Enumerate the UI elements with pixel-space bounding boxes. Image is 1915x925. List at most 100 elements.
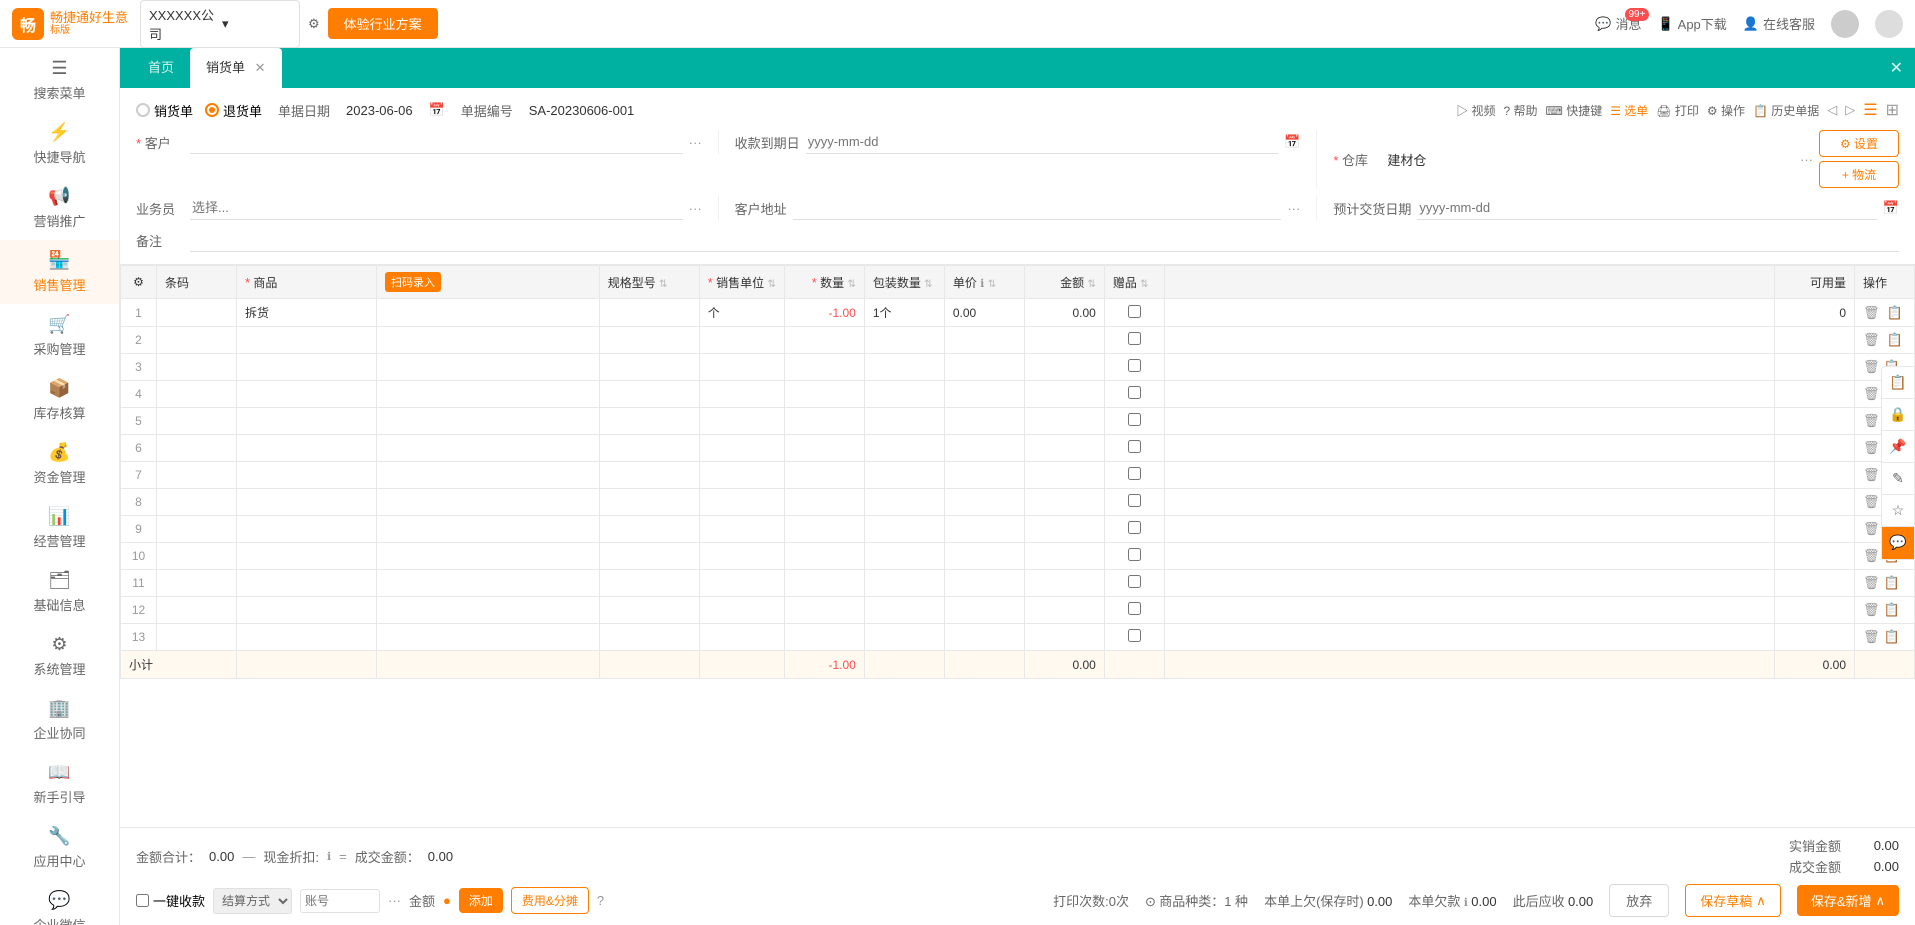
- settlement-select[interactable]: 结算方式: [213, 888, 292, 914]
- save-new-button[interactable]: 保存&新增 ∧: [1797, 885, 1899, 916]
- company-selector[interactable]: XXXXXX公司 ▾: [140, 0, 300, 48]
- app-download-button[interactable]: 📱 App下载: [1657, 14, 1726, 33]
- sidebar-item-enterprise[interactable]: 🏢 企业协同: [0, 688, 119, 752]
- sidebar-item-sales[interactable]: 🏪 销售管理: [0, 240, 119, 304]
- logistics-button[interactable]: + 物流: [1819, 161, 1899, 188]
- expected-date-input[interactable]: [1417, 196, 1876, 220]
- sidebar-item-guide[interactable]: 📖 新手引导: [0, 752, 119, 816]
- save-draft-button[interactable]: 保存草稿 ∧: [1685, 884, 1781, 917]
- history-button[interactable]: 📋 历史单据: [1753, 102, 1819, 119]
- col-header-settings[interactable]: ⚙: [121, 266, 157, 299]
- sidebar-item-purchase[interactable]: 🛒 采购管理: [0, 304, 119, 368]
- note-input[interactable]: [190, 228, 1899, 252]
- add-icon[interactable]: ●: [443, 893, 451, 908]
- copy-icon-13[interactable]: 📋: [1884, 629, 1900, 644]
- tab-close-icon[interactable]: ✕: [255, 60, 266, 75]
- float-btn-2[interactable]: 🔒: [1882, 399, 1914, 431]
- sidebar-item-apps[interactable]: 🔧 应用中心: [0, 816, 119, 880]
- salesperson-input[interactable]: [190, 196, 683, 220]
- online-service-button[interactable]: 👤 在线客服: [1743, 14, 1815, 33]
- discard-button[interactable]: 放弃: [1609, 884, 1669, 917]
- sidebar-item-quick-nav[interactable]: ⚡ 快捷导航: [0, 112, 119, 176]
- one-click-pay-check[interactable]: 一键收款: [136, 891, 205, 910]
- gift-checkbox-2[interactable]: [1128, 332, 1141, 345]
- gift-checkbox-9[interactable]: [1128, 521, 1141, 534]
- close-all-button[interactable]: ✕: [1890, 58, 1903, 78]
- help-button[interactable]: ? 帮助: [1504, 102, 1538, 119]
- sidebar-item-marketing[interactable]: 📢 营销推广: [0, 176, 119, 240]
- delete-icon-1[interactable]: 🗑: [1863, 305, 1880, 320]
- delete-icon-7[interactable]: 🗑: [1863, 467, 1880, 482]
- delete-icon-3[interactable]: 🗑: [1863, 359, 1880, 374]
- float-btn-4[interactable]: ✎: [1882, 463, 1914, 495]
- delete-icon-4[interactable]: 🗑: [1863, 386, 1880, 401]
- sidebar-item-inventory[interactable]: 📦 库存核算: [0, 368, 119, 432]
- sidebar-item-basics[interactable]: 🗂 基础信息: [0, 560, 119, 624]
- copy-icon-2[interactable]: 📋: [1887, 332, 1903, 347]
- discount-info-icon[interactable]: ℹ: [327, 850, 331, 863]
- delete-icon-5[interactable]: 🗑: [1863, 413, 1880, 428]
- float-btn-5[interactable]: ☆: [1882, 495, 1914, 527]
- operation-button[interactable]: ⚙ 操作: [1707, 102, 1745, 119]
- gift-checkbox-6[interactable]: [1128, 440, 1141, 453]
- print-button[interactable]: 🖨 打印: [1656, 102, 1699, 119]
- tab-home[interactable]: 首页: [132, 48, 190, 88]
- delete-icon-8[interactable]: 🗑: [1863, 494, 1880, 509]
- gift-checkbox-1[interactable]: [1128, 305, 1141, 318]
- delete-icon-13[interactable]: 🗑: [1863, 629, 1880, 644]
- gift-checkbox-4[interactable]: [1128, 386, 1141, 399]
- delete-icon-12[interactable]: 🗑: [1863, 602, 1880, 617]
- gift-checkbox-13[interactable]: [1128, 629, 1141, 642]
- add-button[interactable]: 添加: [459, 888, 503, 913]
- next-icon[interactable]: ▷: [1845, 102, 1855, 118]
- float-btn-1[interactable]: 📋: [1882, 367, 1914, 399]
- sidebar-item-wechat[interactable]: 💬 企业微信: [0, 880, 119, 925]
- float-btn-6[interactable]: 💬: [1882, 527, 1914, 559]
- message-button[interactable]: 💬 消息 99+: [1595, 14, 1641, 33]
- delete-icon-6[interactable]: 🗑: [1863, 440, 1880, 455]
- copy-icon-12[interactable]: 📋: [1884, 602, 1900, 617]
- gift-checkbox-12[interactable]: [1128, 602, 1141, 615]
- video-button[interactable]: ▷ 视频: [1456, 102, 1495, 119]
- one-click-checkbox[interactable]: [136, 894, 149, 907]
- list-view-icon[interactable]: ☰: [1863, 100, 1877, 120]
- sidebar-item-system[interactable]: ⚙ 系统管理: [0, 624, 119, 688]
- warehouse-more-icon[interactable]: ···: [1800, 152, 1813, 167]
- copy-icon-11[interactable]: 📋: [1884, 575, 1900, 590]
- customer-input[interactable]: [190, 130, 683, 154]
- scan-button[interactable]: 扫码录入: [385, 272, 441, 292]
- sidebar-item-finance[interactable]: 💰 资金管理: [0, 432, 119, 496]
- salesperson-more-icon[interactable]: ···: [689, 201, 702, 216]
- prev-icon[interactable]: ◁: [1827, 102, 1837, 118]
- due-date-input[interactable]: [806, 130, 1278, 154]
- account-input[interactable]: [300, 889, 380, 913]
- addr-more-icon[interactable]: ···: [1287, 201, 1300, 216]
- gift-checkbox-7[interactable]: [1128, 467, 1141, 480]
- gift-checkbox-3[interactable]: [1128, 359, 1141, 372]
- shortcut-button[interactable]: ⌨ 快捷键: [1546, 102, 1603, 119]
- sidebar-item-search[interactable]: ☰ 搜索菜单: [0, 48, 119, 112]
- gift-checkbox-5[interactable]: [1128, 413, 1141, 426]
- tab-sales-order[interactable]: 销货单 ✕: [190, 48, 282, 88]
- customer-more-icon[interactable]: ···: [689, 135, 702, 150]
- radio-return[interactable]: 退货单: [205, 101, 262, 120]
- trial-button[interactable]: 体验行业方案: [328, 8, 438, 39]
- gift-checkbox-11[interactable]: [1128, 575, 1141, 588]
- float-btn-3[interactable]: 📌: [1882, 431, 1914, 463]
- due-date-calendar-icon[interactable]: 📅: [1284, 134, 1300, 150]
- account-more-icon[interactable]: ···: [388, 893, 401, 908]
- expected-date-calendar-icon[interactable]: 📅: [1883, 200, 1899, 216]
- delete-icon-11[interactable]: 🗑: [1863, 575, 1880, 590]
- gift-checkbox-10[interactable]: [1128, 548, 1141, 561]
- fee-button[interactable]: 费用&分摊: [511, 887, 589, 914]
- menu-button[interactable]: ☰ 选单: [1610, 102, 1648, 119]
- copy-icon-1[interactable]: 📋: [1887, 305, 1903, 320]
- calendar-icon[interactable]: 📅: [429, 102, 445, 118]
- delete-icon-2[interactable]: 🗑: [1863, 332, 1880, 347]
- sidebar-item-operations[interactable]: 📊 经营管理: [0, 496, 119, 560]
- delete-icon-10[interactable]: 🗑: [1863, 548, 1880, 563]
- delete-icon-9[interactable]: 🗑: [1863, 521, 1880, 536]
- gear-icon[interactable]: ⚙: [308, 16, 320, 32]
- radio-sales[interactable]: 销货单: [136, 101, 193, 120]
- product-type[interactable]: ⊙ 商品种类：1 种: [1145, 891, 1248, 910]
